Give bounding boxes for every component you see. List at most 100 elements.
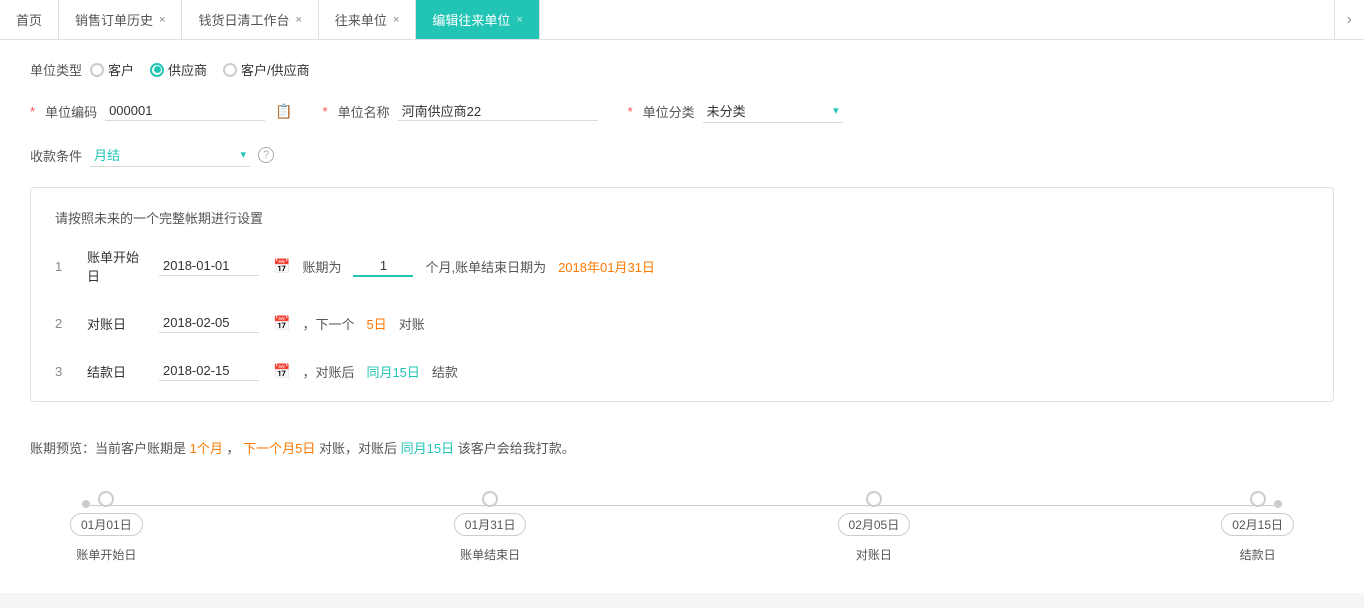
unit-code-icon[interactable]: 📋 [275,103,292,120]
timeline-node-1-date: 01月01日 [70,513,143,536]
setting-row-1-num: 1 [55,259,75,274]
reconcile-suffix: 对账 [399,314,425,333]
payment-terms-field: 收款条件 月结 ▾ ? [30,143,274,167]
radio-customer[interactable]: 客户 [90,60,134,79]
radio-customer-supplier-circle [223,63,237,77]
preview-label: 账期预览：当前客户账期是 [30,441,186,456]
tab-partner-unit[interactable]: 往来单位 × [319,0,416,39]
setting-row-3-num: 3 [55,364,75,379]
start-date-input[interactable] [159,256,259,276]
setting-row-3: 3 结款日 📅 ，对账后 同月15日 结款 [55,361,1309,381]
reconcile-date-calendar-icon[interactable]: 📅 [273,315,290,332]
unit-code-label: 单位编码 [45,102,97,121]
timeline-node-2-date: 01月31日 [454,513,527,536]
setting-row-2-num: 2 [55,316,75,331]
unit-category-arrow-icon: ▾ [833,104,839,117]
preview-reconcile-text: 对账，对账后 [319,441,397,456]
payment-date-calendar-icon[interactable]: 📅 [273,363,290,380]
timeline-node-2: 01月31日 账单结束日 [454,491,527,563]
timeline-node-3-date: 02月05日 [838,513,911,536]
radio-supplier[interactable]: 供应商 [150,60,207,79]
tab-sales-history-close[interactable]: × [159,14,165,26]
preview-text: 账期预览：当前客户账期是 1个月 ， 下一个月5日 对账，对账后 同月15日 该… [30,438,1334,457]
setting-row-2-label: 对账日 [87,314,147,333]
tab-sales-history[interactable]: 销售订单历史 × [59,0,182,39]
timeline-node-1: 01月01日 账单开始日 [70,491,143,563]
radio-customer-supplier[interactable]: 客户/供应商 [223,60,310,79]
payment-terms-value: 月结 [94,145,240,164]
tab-cash-work-label: 钱货日清工作台 [198,10,289,29]
tab-expand-button[interactable]: › [1334,0,1364,39]
payment-terms-help-icon[interactable]: ? [258,147,274,163]
timeline-node-3-circle [866,491,882,507]
tab-home[interactable]: 首页 [0,0,59,39]
payment-terms-arrow-icon: ▾ [240,148,246,161]
tab-edit-partner[interactable]: 编辑往来单位 × [416,0,539,39]
setting-row-1-label: 账单开始日 [87,247,147,285]
start-date-calendar-icon[interactable]: 📅 [273,258,290,275]
start-date-suffix: 个月,账单结束日期为 [425,257,546,276]
tab-home-label: 首页 [16,10,42,29]
timeline-node-4: 02月15日 结款日 [1221,491,1294,563]
preview-payment-text: 该客户会给我打款。 [458,441,575,456]
unit-type-radio-group: 客户 供应商 客户/供应商 [90,60,310,79]
start-date-period-label: 账期为 [302,257,341,276]
unit-category-label: 单位分类 [643,102,695,121]
unit-code-required: * [30,104,35,119]
setting-row-3-label: 结款日 [87,362,147,381]
timeline-node-3: 02月05日 对账日 [838,491,911,563]
tab-partner-unit-label: 往来单位 [335,10,387,29]
preview-months: 1个月 [190,441,223,456]
timeline-node-2-label: 账单结束日 [460,546,520,563]
setting-row-2: 2 对账日 📅 ，下一个 5日 对账 [55,313,1309,333]
payment-highlight: 同月15日 [366,362,419,381]
timeline-node-4-label: 结款日 [1240,546,1276,563]
unit-code-field: * 单位编码 📋 [30,101,293,121]
reconcile-highlight: 5日 [366,314,386,333]
tab-cash-work[interactable]: 钱货日清工作台 × [182,0,318,39]
unit-type-field: 单位类型 客户 供应商 客户/供应商 [30,60,310,79]
reconcile-date-input[interactable] [159,313,259,333]
unit-type-label: 单位类型 [30,60,82,79]
payment-terms-select[interactable]: 月结 ▾ [90,143,250,167]
preview-comma: ， [227,441,240,456]
preview-reconcile-date: 下一个月5日 [243,441,315,456]
unit-category-required: * [628,104,633,119]
period-months-input[interactable] [353,256,413,277]
unit-category-dropdown[interactable]: 未分类 ▾ [703,99,843,123]
timeline-node-3-label: 对账日 [856,546,892,563]
tab-partner-unit-close[interactable]: × [393,14,399,26]
radio-supplier-label: 供应商 [168,60,207,79]
payment-prefix: ，对账后 [302,362,354,381]
unit-name-label: 单位名称 [338,102,390,121]
radio-supplier-circle [150,63,164,77]
timeline-node-1-label: 账单开始日 [76,546,136,563]
radio-customer-supplier-label: 客户/供应商 [241,60,310,79]
tab-cash-work-close[interactable]: × [295,14,301,26]
unit-name-required: * [323,104,328,119]
unit-code-input[interactable] [105,101,265,121]
payment-terms-label: 收款条件 [30,146,82,165]
tab-sales-history-label: 销售订单历史 [75,10,153,29]
timeline-node-4-date: 02月15日 [1221,513,1294,536]
tab-bar: 首页 销售订单历史 × 钱货日清工作台 × 往来单位 × 编辑往来单位 × › [0,0,1364,40]
preview-payment-date: 同月15日 [401,441,454,456]
unit-info-row: * 单位编码 📋 * 单位名称 * 单位分类 未分类 ▾ [30,99,1334,123]
tab-edit-partner-label: 编辑往来单位 [432,10,510,29]
reconcile-prefix: ，下一个 [302,314,354,333]
settings-title: 请按照未来的一个完整帐期进行设置 [55,208,1309,227]
payment-suffix: 结款 [432,362,458,381]
unit-category-field: * 单位分类 未分类 ▾ [628,99,843,123]
end-date-highlight: 2018年01月31日 [558,257,655,276]
timeline-node-4-circle [1250,491,1266,507]
setting-row-1: 1 账单开始日 📅 账期为 个月,账单结束日期为 2018年01月31日 [55,247,1309,285]
timeline-wrapper: 01月01日 账单开始日 01月31日 账单结束日 02月05日 对账日 02月… [30,481,1334,573]
timeline-node-2-circle [482,491,498,507]
payment-date-input[interactable] [159,361,259,381]
radio-customer-label: 客户 [108,60,134,79]
unit-name-field: * 单位名称 [323,101,598,121]
unit-name-input[interactable] [398,101,598,121]
tab-edit-partner-close[interactable]: × [516,14,522,26]
main-content: 单位类型 客户 供应商 客户/供应商 * 单位编码 [0,40,1364,593]
timeline-node-1-circle [98,491,114,507]
